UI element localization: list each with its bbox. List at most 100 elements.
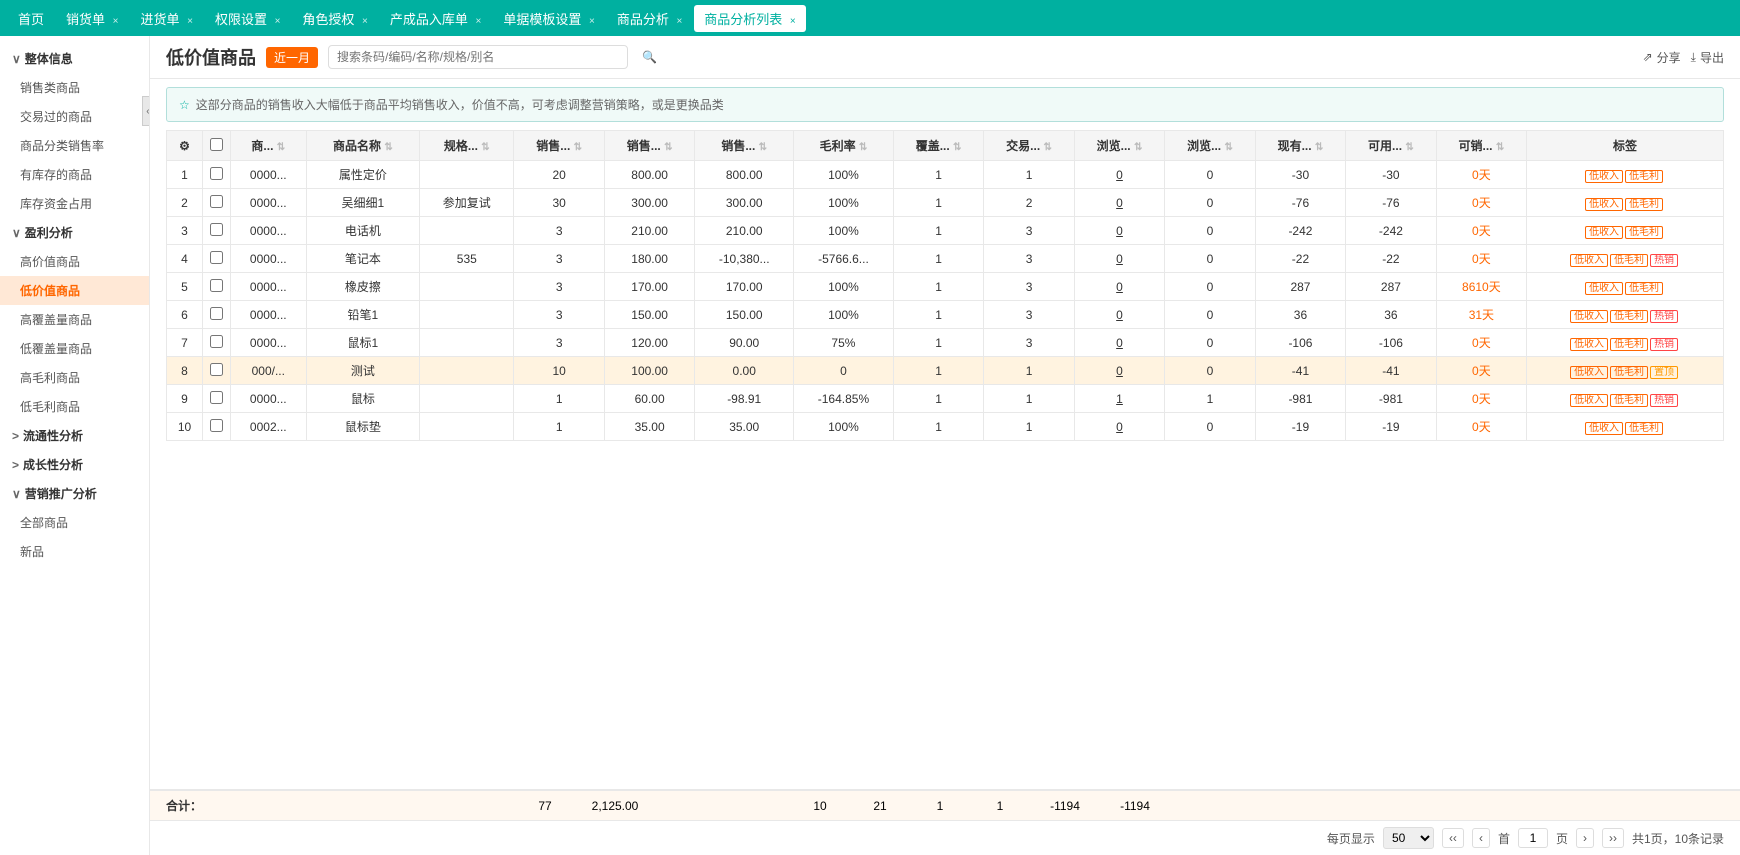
row-check[interactable]: [203, 161, 231, 189]
page-size-select[interactable]: 50 100 200: [1383, 827, 1434, 849]
col-transaction[interactable]: 交易... ⇅: [984, 131, 1074, 161]
col-coverage[interactable]: 覆盖... ⇅: [893, 131, 983, 161]
row-v4: 100%: [794, 273, 894, 301]
row-checkbox[interactable]: [210, 279, 223, 292]
data-table-wrapper[interactable]: ⚙ 商... ⇅ 商品名称 ⇅ 规格... ⇅ 销售... ⇅ 销售... ⇅ …: [150, 130, 1740, 789]
col-current[interactable]: 现有... ⇅: [1255, 131, 1345, 161]
nav-analysis[interactable]: 商品分析 ×: [607, 5, 692, 32]
search-input[interactable]: [328, 45, 628, 69]
row-v7[interactable]: 0: [1074, 189, 1164, 217]
col-gear[interactable]: ⚙: [167, 131, 203, 161]
col-sales2[interactable]: 销售... ⇅: [604, 131, 694, 161]
first-page-btn[interactable]: ‹‹: [1442, 828, 1464, 848]
row-v7[interactable]: 0: [1074, 357, 1164, 385]
nav-template[interactable]: 单据模板设置 ×: [493, 5, 604, 32]
row-checkbox[interactable]: [210, 419, 223, 432]
row-checkbox[interactable]: [210, 363, 223, 376]
nav-roles[interactable]: 角色授权 ×: [292, 5, 377, 32]
prev-page-btn[interactable]: ‹: [1472, 828, 1490, 848]
page-number-input[interactable]: [1518, 828, 1548, 848]
col-browse2[interactable]: 浏览... ⇅: [1165, 131, 1255, 161]
row-check[interactable]: [203, 301, 231, 329]
row-v7[interactable]: 0: [1074, 273, 1164, 301]
nav-home[interactable]: 首页: [8, 5, 54, 32]
row-num: 7: [167, 329, 203, 357]
col-margin[interactable]: 毛利率 ⇅: [794, 131, 894, 161]
browse-link[interactable]: 0: [1116, 224, 1123, 238]
browse-link[interactable]: 0: [1116, 168, 1123, 182]
row-check[interactable]: [203, 245, 231, 273]
sidebar-section-general[interactable]: ∨ 整体信息: [0, 44, 149, 73]
col-sales3[interactable]: 销售... ⇅: [695, 131, 794, 161]
browse-link[interactable]: 0: [1116, 196, 1123, 210]
row-v7[interactable]: 1: [1074, 385, 1164, 413]
sidebar-item-all-goods[interactable]: 全部商品: [0, 508, 149, 537]
sidebar-section-circulation[interactable]: > 流通性分析: [0, 421, 149, 450]
row-checkbox[interactable]: [210, 167, 223, 180]
col-checkbox[interactable]: [203, 131, 231, 161]
sidebar-item-stock-goods[interactable]: 有库存的商品: [0, 160, 149, 189]
col-available[interactable]: 可用... ⇅: [1346, 131, 1436, 161]
select-all-checkbox[interactable]: [210, 138, 223, 151]
sidebar-item-traded[interactable]: 交易过的商品: [0, 102, 149, 131]
nav-purchase[interactable]: 进货单 ×: [130, 5, 202, 32]
row-v7[interactable]: 0: [1074, 301, 1164, 329]
row-check[interactable]: [203, 189, 231, 217]
sidebar-item-high-value[interactable]: 高价值商品: [0, 247, 149, 276]
sidebar-item-capital[interactable]: 库存资金占用: [0, 189, 149, 218]
last-page-btn[interactable]: ››: [1602, 828, 1624, 848]
sidebar-item-high-coverage[interactable]: 高覆盖量商品: [0, 305, 149, 334]
browse-link[interactable]: 1: [1116, 392, 1123, 406]
sidebar-section-marketing[interactable]: ∨ 营销推广分析: [0, 479, 149, 508]
share-btn[interactable]: ⇗ 分享: [1643, 49, 1681, 66]
search-icon[interactable]: 🔍: [642, 50, 657, 64]
col-sellable[interactable]: 可销... ⇅: [1436, 131, 1526, 161]
sidebar-item-low-coverage[interactable]: 低覆盖量商品: [0, 334, 149, 363]
row-checkbox[interactable]: [210, 335, 223, 348]
time-filter-badge[interactable]: 近一月: [266, 47, 318, 68]
sidebar-collapse-btn[interactable]: «: [142, 96, 150, 126]
col-name[interactable]: 商品名称 ⇅: [306, 131, 420, 161]
row-check[interactable]: [203, 329, 231, 357]
row-check[interactable]: [203, 357, 231, 385]
sidebar-section-profit[interactable]: ∨ 盈利分析: [0, 218, 149, 247]
col-browse1[interactable]: 浏览... ⇅: [1074, 131, 1164, 161]
browse-link[interactable]: 0: [1116, 364, 1123, 378]
col-code[interactable]: 商... ⇅: [231, 131, 307, 161]
browse-link[interactable]: 0: [1116, 308, 1123, 322]
nav-inbound[interactable]: 产成品入库单 ×: [380, 5, 491, 32]
row-check[interactable]: [203, 217, 231, 245]
sidebar-item-category-rate[interactable]: 商品分类销售率: [0, 131, 149, 160]
row-checkbox[interactable]: [210, 307, 223, 320]
content-area: 低价值商品 近一月 🔍 ⇗ 分享 ⤓ 导出 ☆ 这部分商品的销售收入大幅低于商品…: [150, 36, 1740, 855]
export-btn[interactable]: ⤓ 导出: [1691, 49, 1724, 66]
nav-permissions[interactable]: 权限设置 ×: [205, 5, 290, 32]
row-v7[interactable]: 0: [1074, 329, 1164, 357]
row-v7[interactable]: 0: [1074, 217, 1164, 245]
col-spec[interactable]: 规格... ⇅: [420, 131, 514, 161]
row-check[interactable]: [203, 413, 231, 441]
sidebar-section-growth[interactable]: > 成长性分析: [0, 450, 149, 479]
col-sales1[interactable]: 销售... ⇅: [514, 131, 604, 161]
row-checkbox[interactable]: [210, 251, 223, 264]
row-v7[interactable]: 0: [1074, 161, 1164, 189]
nav-sales[interactable]: 销货单 ×: [56, 5, 128, 32]
sidebar-item-sales-goods[interactable]: 销售类商品: [0, 73, 149, 102]
sidebar-item-low-margin[interactable]: 低毛利商品: [0, 392, 149, 421]
browse-link[interactable]: 0: [1116, 420, 1123, 434]
sidebar-item-new-goods[interactable]: 新品: [0, 537, 149, 566]
sidebar-item-high-margin[interactable]: 高毛利商品: [0, 363, 149, 392]
browse-link[interactable]: 0: [1116, 336, 1123, 350]
browse-link[interactable]: 0: [1116, 280, 1123, 294]
row-check[interactable]: [203, 273, 231, 301]
row-check[interactable]: [203, 385, 231, 413]
row-checkbox[interactable]: [210, 223, 223, 236]
browse-link[interactable]: 0: [1116, 252, 1123, 266]
row-v7[interactable]: 0: [1074, 245, 1164, 273]
row-checkbox[interactable]: [210, 195, 223, 208]
next-page-btn[interactable]: ›: [1576, 828, 1594, 848]
nav-analysis-list[interactable]: 商品分析列表 ×: [694, 5, 805, 32]
sidebar-item-low-value[interactable]: 低价值商品: [0, 276, 149, 305]
row-checkbox[interactable]: [210, 391, 223, 404]
row-v7[interactable]: 0: [1074, 413, 1164, 441]
